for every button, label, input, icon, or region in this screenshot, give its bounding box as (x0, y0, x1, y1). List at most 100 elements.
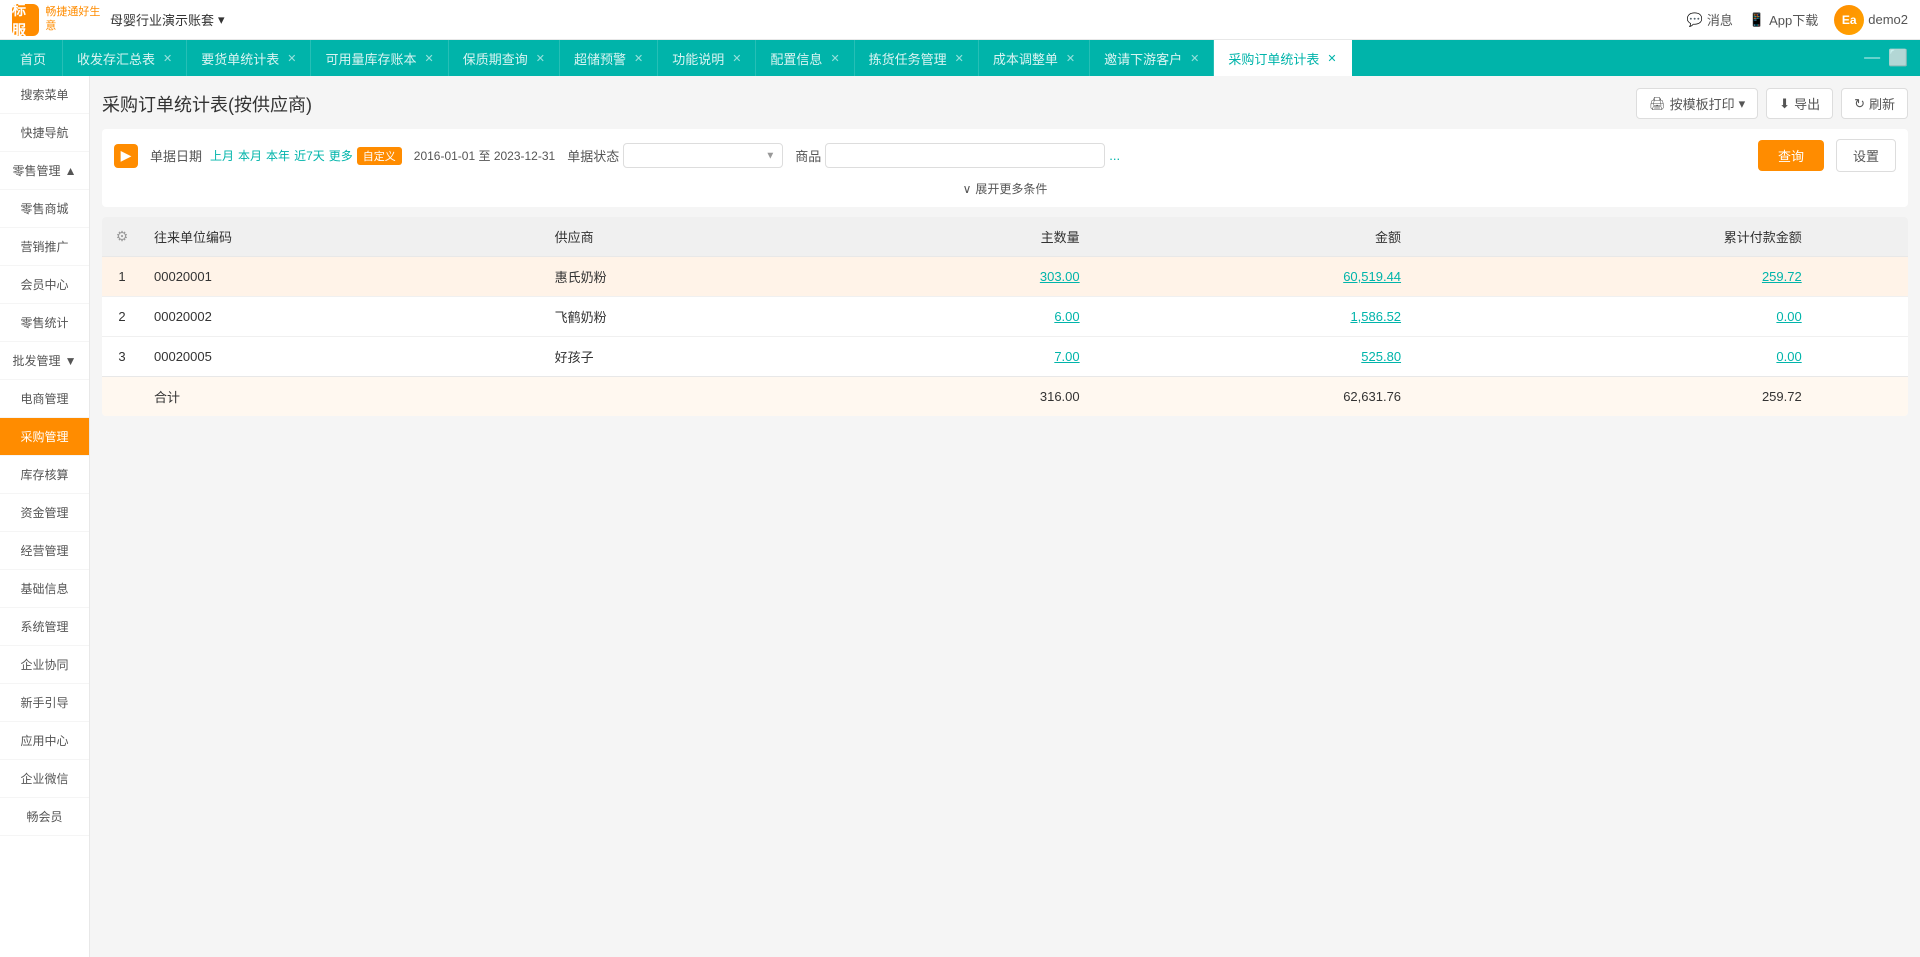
sidebar-item-operations[interactable]: 经营管理 (0, 532, 89, 570)
sidebar-item-wholesale-mgmt[interactable]: 批发管理 ▼ (0, 342, 89, 380)
sidebar-item-appcentre[interactable]: 应用中心 (0, 722, 89, 760)
sidebar-system-label: 系统管理 (20, 620, 68, 634)
sidebar-item-marketing[interactable]: 营销推广 (0, 228, 89, 266)
print-label: 按模板打印 (1670, 94, 1735, 113)
tab-yaoqing-label: 邀请下游客户 (1104, 49, 1182, 68)
settings-col-icon[interactable]: ⚙ (116, 228, 129, 244)
sidebar-item-members[interactable]: 会员中心 (0, 266, 89, 304)
date-custom-badge[interactable]: 自定义 (357, 147, 402, 165)
workspace-selector[interactable]: 母婴行业演示账套 ▾ (110, 10, 225, 29)
expand-label: 展开更多条件 (975, 180, 1047, 197)
sidebar-collab-label: 企业协同 (20, 658, 68, 672)
status-select-wrapper (623, 143, 783, 168)
tab-shoufacun-close[interactable]: ✕ (163, 52, 172, 65)
tab-peizhi-close[interactable]: ✕ (830, 52, 839, 65)
date-shortcut-7days[interactable]: 近7天 (294, 147, 325, 164)
filter-goods-field: 商品 ... (795, 143, 1746, 168)
sidebar-item-quicknav[interactable]: 快捷导航 (0, 114, 89, 152)
tab-maximize-icon[interactable]: ⬜ (1888, 48, 1908, 68)
user-area[interactable]: Ea demo2 (1834, 5, 1908, 35)
row-index: 2 (102, 297, 142, 337)
message-btn[interactable]: 💬 消息 (1687, 10, 1733, 29)
sidebar-operations-label: 经营管理 (20, 544, 68, 558)
filter-toggle-btn[interactable]: ▶ (114, 144, 138, 168)
tab-chaochuyujing[interactable]: 超储预警 ✕ (560, 40, 658, 76)
sidebar-item-finance[interactable]: 资金管理 (0, 494, 89, 532)
settings-label: 设置 (1853, 149, 1879, 164)
more-filter-btn[interactable]: ... (1109, 148, 1120, 163)
tab-shoufacun[interactable]: 收发存汇总表 ✕ (63, 40, 187, 76)
tab-keyongliang-close[interactable]: ✕ (425, 52, 434, 65)
table-row[interactable]: 1 00020001 惠氏奶粉 303.00 60,519.44 259.72 (102, 257, 1908, 297)
footer-amount: 62,631.76 (1092, 377, 1413, 417)
sidebar-inventory-label: 库存核算 (20, 468, 68, 482)
message-label: 消息 (1707, 10, 1733, 29)
filter-toggle-icon: ▶ (121, 147, 132, 164)
tab-peizhi[interactable]: 配置信息 ✕ (756, 40, 854, 76)
sidebar-item-newguide[interactable]: 新手引导 (0, 684, 89, 722)
row-code: 00020001 (142, 257, 543, 297)
expand-more-btn[interactable]: ∨ 展开更多条件 (963, 180, 1048, 197)
export-button[interactable]: ⬇ 导出 (1766, 88, 1833, 119)
tab-shoufacun-label: 收发存汇总表 (77, 49, 155, 68)
tab-baozhi[interactable]: 保质期查询 ✕ (449, 40, 560, 76)
sidebar-item-retail-shop[interactable]: 零售商城 (0, 190, 89, 228)
tab-chengben-close[interactable]: ✕ (1066, 52, 1075, 65)
app-download-btn[interactable]: 📱 App下载 (1749, 10, 1818, 29)
tab-baozhi-close[interactable]: ✕ (536, 52, 545, 65)
sidebar-wholesale-label: 批发管理 (13, 352, 61, 369)
status-select[interactable] (623, 143, 783, 168)
table-row[interactable]: 3 00020005 好孩子 7.00 525.80 0.00 (102, 337, 1908, 377)
sidebar-item-retail-stats[interactable]: 零售统计 (0, 304, 89, 342)
sidebar-item-retail-mgmt[interactable]: 零售管理 ▲ (0, 152, 89, 190)
goods-input[interactable] (825, 143, 1105, 168)
query-button[interactable]: 查询 (1758, 140, 1824, 171)
sidebar-item-ecommerce[interactable]: 电商管理 (0, 380, 89, 418)
sidebar-retail-shop-label: 零售商城 (20, 202, 68, 216)
table-row[interactable]: 2 00020002 飞鹤奶粉 6.00 1,586.52 0.00 (102, 297, 1908, 337)
tab-home[interactable]: 首页 (4, 40, 63, 76)
footer-label: 合计 (142, 377, 543, 417)
date-shortcut-lastmonth[interactable]: 上月 (210, 147, 234, 164)
sidebar-item-inventory[interactable]: 库存核算 (0, 456, 89, 494)
tab-chengben[interactable]: 成本调整单 ✕ (979, 40, 1090, 76)
tab-yaohuodan-close[interactable]: ✕ (287, 52, 296, 65)
settings-button[interactable]: 设置 (1836, 139, 1896, 172)
refresh-button[interactable]: ↻ 刷新 (1841, 88, 1908, 119)
sidebar-item-search[interactable]: 搜索菜单 (0, 76, 89, 114)
tab-keyongliang[interactable]: 可用量库存账本 ✕ (311, 40, 448, 76)
status-label: 单据状态 (567, 146, 619, 165)
tab-jianhuo-label: 拣货任务管理 (869, 49, 947, 68)
date-shortcut-more[interactable]: 更多 (329, 147, 353, 164)
sidebar-retail-mgmt-label: 零售管理 (13, 162, 61, 179)
date-shortcut-thisyear[interactable]: 本年 (266, 147, 290, 164)
tab-yaoqing-close[interactable]: ✕ (1190, 52, 1199, 65)
tab-jianhuo[interactable]: 拣货任务管理 ✕ (855, 40, 979, 76)
sidebar-item-system[interactable]: 系统管理 (0, 608, 89, 646)
date-shortcut-thismonth[interactable]: 本月 (238, 147, 262, 164)
tab-caigou-close[interactable]: ✕ (1327, 52, 1336, 65)
sidebar-wechat-label: 企业微信 (20, 772, 68, 786)
print-button[interactable]: 🖨 按模板打印 ▾ (1636, 88, 1758, 119)
tab-gongneng-close[interactable]: ✕ (732, 52, 741, 65)
content-area: 采购订单统计表(按供应商) 🖨 按模板打印 ▾ ⬇ 导出 ↻ 刷新 (90, 76, 1920, 957)
sidebar-item-member-vip[interactable]: 畅会员 (0, 798, 89, 836)
tab-minimize-icon[interactable]: — (1864, 49, 1880, 67)
nav-tabs: 首页 收发存汇总表 ✕ 要货单统计表 ✕ 可用量库存账本 ✕ 保质期查询 ✕ 超… (0, 40, 1920, 76)
sidebar-item-basicinfo[interactable]: 基础信息 (0, 570, 89, 608)
tab-yaohuodan[interactable]: 要货单统计表 ✕ (187, 40, 311, 76)
export-icon: ⬇ (1779, 96, 1790, 112)
logo-icon-text: 标服 (12, 0, 39, 40)
tab-gongneng[interactable]: 功能说明 ✕ (658, 40, 756, 76)
print-icon: 🖨 (1649, 96, 1666, 112)
sidebar-item-purchase[interactable]: 采购管理 (0, 418, 89, 456)
filter-panel: ▶ 单据日期 上月 本月 本年 近7天 更多 自定义 2016-01-01 至 … (102, 129, 1908, 207)
tab-caigou[interactable]: 采购订单统计表 ✕ (1214, 40, 1351, 76)
sidebar-item-collab[interactable]: 企业协同 (0, 646, 89, 684)
tab-jianhuo-close[interactable]: ✕ (955, 52, 964, 65)
table-footer-row: 合计 316.00 62,631.76 259.72 (102, 377, 1908, 417)
tab-yaoqing[interactable]: 邀请下游客户 ✕ (1090, 40, 1214, 76)
sidebar-item-wechat[interactable]: 企业微信 (0, 760, 89, 798)
tab-chaochuyujing-close[interactable]: ✕ (634, 52, 643, 65)
tab-caigou-label: 采购订单统计表 (1228, 49, 1319, 68)
